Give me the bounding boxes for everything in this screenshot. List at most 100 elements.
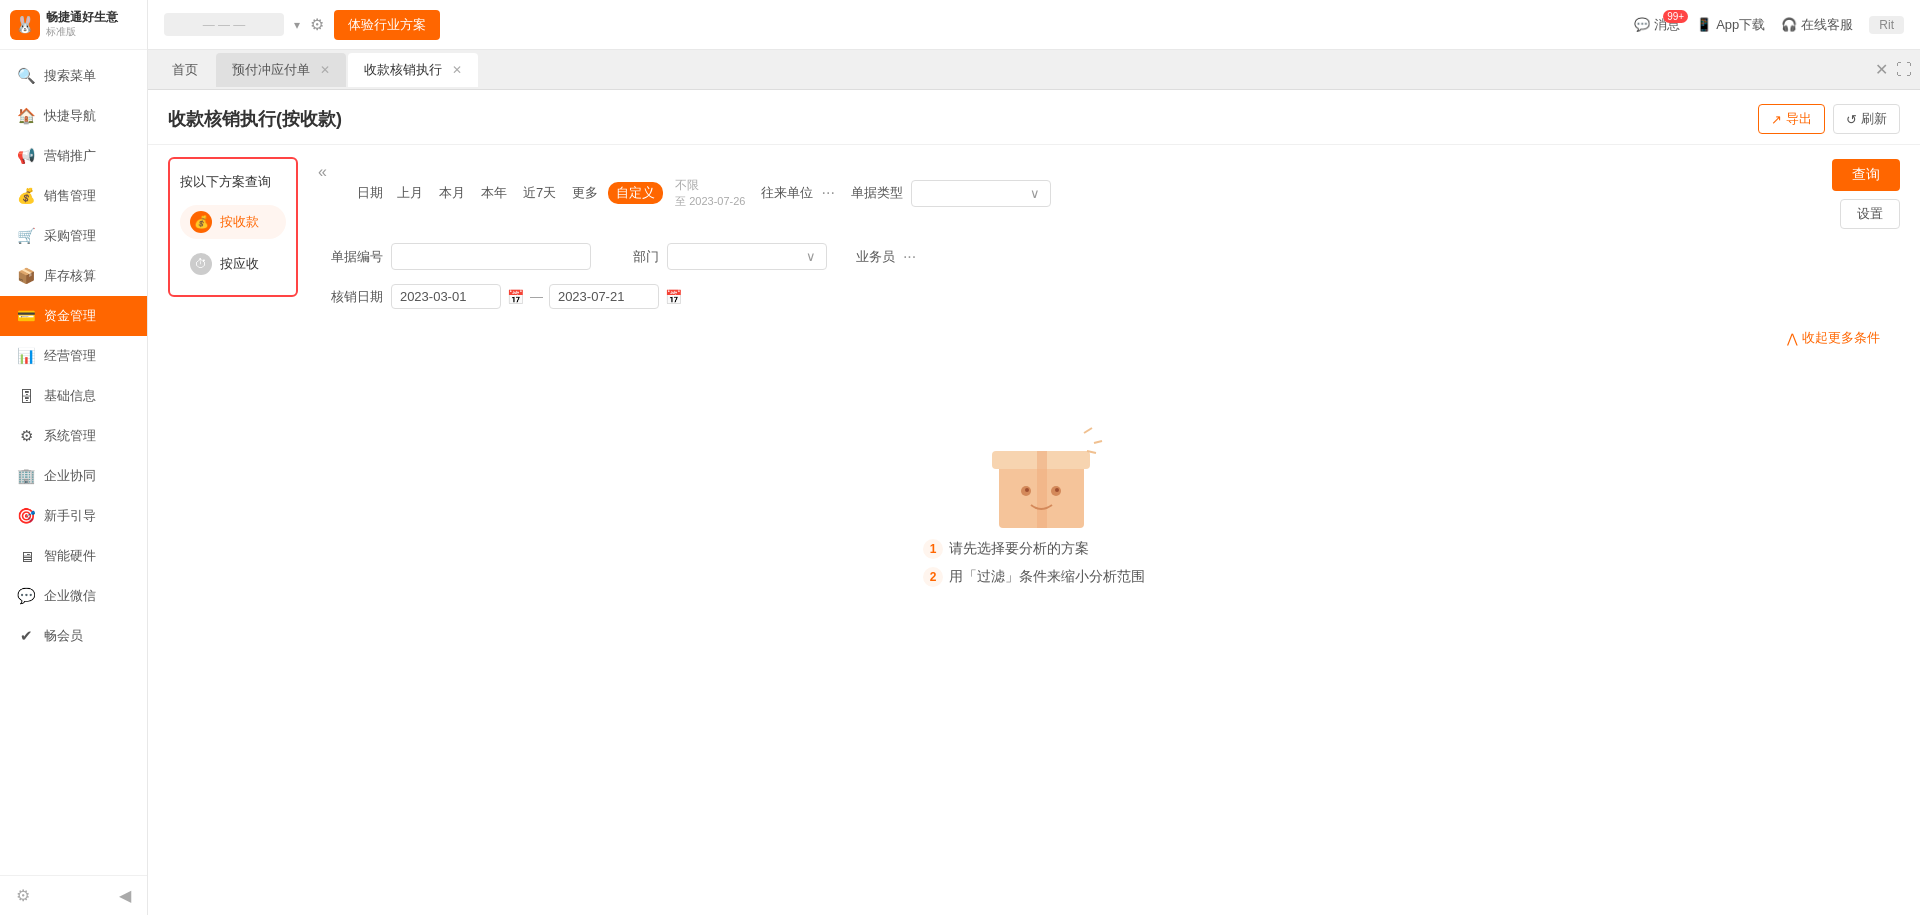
sidebar-item-label-enterprise: 企业协同 <box>44 467 96 485</box>
topbar-gear-icon[interactable]: ⚙ <box>310 15 324 34</box>
date-custom-btn[interactable]: 自定义 <box>608 182 663 204</box>
verify-date-start-input[interactable] <box>391 284 501 309</box>
sidebar-item-system[interactable]: ⚙ 系统管理 <box>0 416 147 456</box>
filter-row-3: 核销日期 📅 — 📅 <box>331 284 1900 309</box>
sidebar-item-label-inventory: 库存核算 <box>44 267 96 285</box>
sidebar-item-finance[interactable]: 💳 资金管理 <box>0 296 147 336</box>
sidebar-item-label-guide: 新手引导 <box>44 507 96 525</box>
filter-option-by-receipt[interactable]: 💰 按收款 <box>180 205 286 239</box>
filter-option-by-receivable[interactable]: ⏱ 按应收 <box>180 247 286 281</box>
settings-button[interactable]: 设置 <box>1840 199 1900 229</box>
sidebar-item-purchase[interactable]: 🛒 采购管理 <box>0 216 147 256</box>
empty-text-area: 1 请先选择要分析的方案 2 用「过滤」条件来缩小分析范围 <box>923 539 1145 587</box>
doctype-label: 单据类型 <box>851 184 903 202</box>
dept-field-group: 部门 ∨ <box>607 243 827 270</box>
verify-date-end-cal-icon[interactable]: 📅 <box>665 289 682 305</box>
sidebar-item-label-member: 畅会员 <box>44 627 83 645</box>
dept-select-arrow: ∨ <box>806 249 816 264</box>
sidebar-item-guide[interactable]: 🎯 新手引导 <box>0 496 147 536</box>
sidebar-item-inventory[interactable]: 📦 库存核算 <box>0 256 147 296</box>
staff-select-icon[interactable]: ··· <box>903 248 916 266</box>
operations-icon: 📊 <box>16 346 36 366</box>
topbar-chevron-icon[interactable]: ▾ <box>294 18 300 32</box>
topbar-user[interactable]: Rit <box>1869 16 1904 34</box>
wechat-icon: 💬 <box>16 586 36 606</box>
svg-rect-2 <box>1037 451 1047 528</box>
sidebar-item-hardware[interactable]: 🖥 智能硬件 <box>0 536 147 576</box>
tab-prepay[interactable]: 预付冲应付单 ✕ <box>216 53 346 87</box>
tab-collection-close-icon[interactable]: ✕ <box>452 63 462 77</box>
settings-footer-icon[interactable]: ⚙ <box>16 886 30 905</box>
collapse-sidebar-icon[interactable]: ◀ <box>119 886 131 905</box>
page-header: 收款核销执行(按收款) ↗ 导出 ↺ 刷新 <box>148 90 1920 145</box>
sidebar-item-basic[interactable]: 🗄 基础信息 <box>0 376 147 416</box>
filter-actions: 查询 设置 <box>1832 157 1900 229</box>
sidebar-item-wechat[interactable]: 💬 企业微信 <box>0 576 147 616</box>
verify-date-end-input[interactable] <box>549 284 659 309</box>
verify-date-input-group: 📅 — 📅 <box>391 284 682 309</box>
app-icon: 📱 <box>1696 17 1712 32</box>
enterprise-icon: 🏢 <box>16 466 36 486</box>
tab-prepay-close-icon[interactable]: ✕ <box>320 63 330 77</box>
verify-date-start-cal-icon[interactable]: 📅 <box>507 289 524 305</box>
sales-icon: 💰 <box>16 186 36 206</box>
partner-select-icon[interactable]: ··· <box>821 184 834 202</box>
topbar-app[interactable]: 📱 App下载 <box>1696 16 1765 34</box>
sidebar-logo: 🐰 畅捷通好生意 标准版 <box>0 0 147 50</box>
svg-line-7 <box>1084 428 1092 433</box>
tab-collection[interactable]: 收款核销执行 ✕ <box>348 53 478 87</box>
filter-row-2: 单据编号 部门 ∨ 业务员 ··· <box>331 243 1900 270</box>
collapse-chevron-icon: ⋀ <box>1787 331 1798 346</box>
filter-fields: 日期 上月 本月 本年 近7天 更多 自定义 不限 至 2023-07-26 <box>331 157 1900 351</box>
solution-button[interactable]: 体验行业方案 <box>334 10 440 40</box>
date-7days-btn[interactable]: 近7天 <box>517 182 562 204</box>
date-more-btn[interactable]: 更多 <box>566 182 604 204</box>
member-icon: ✔ <box>16 626 36 646</box>
tab-home[interactable]: 首页 <box>156 53 214 87</box>
sidebar-item-member[interactable]: ✔ 畅会员 <box>0 616 147 656</box>
topbar-message[interactable]: 💬 消息 99+ <box>1634 16 1680 34</box>
svg-point-6 <box>1055 488 1059 492</box>
tab-close-all-icon[interactable]: ✕ <box>1875 60 1888 79</box>
filter-scheme-title: 按以下方案查询 <box>180 173 286 191</box>
date-no-limit: 不限 <box>675 177 745 194</box>
sidebar-item-label-operations: 经营管理 <box>44 347 96 365</box>
sidebar-item-search[interactable]: 🔍 搜索菜单 <box>0 56 147 96</box>
tab-collection-label: 收款核销执行 <box>364 61 442 79</box>
collapse-conditions-btn[interactable]: ⋀ 收起更多条件 <box>331 323 1900 351</box>
export-button[interactable]: ↗ 导出 <box>1758 104 1825 134</box>
sidebar-item-sales[interactable]: 💰 销售管理 <box>0 176 147 216</box>
sidebar-item-enterprise[interactable]: 🏢 企业协同 <box>0 456 147 496</box>
date-last-month-btn[interactable]: 上月 <box>391 182 429 204</box>
sidebar-item-quick-nav[interactable]: 🏠 快捷导航 <box>0 96 147 136</box>
sidebar-item-operations[interactable]: 📊 经营管理 <box>0 336 147 376</box>
doctype-select[interactable]: ∨ <box>911 180 1051 207</box>
collapse-filter-sidebar-button[interactable]: « <box>318 163 327 181</box>
partner-label: 往来单位 <box>761 184 813 202</box>
verify-date-dash: — <box>530 289 543 304</box>
doctype-field-group: 单据类型 ∨ <box>851 180 1051 207</box>
sidebar-item-label-basic: 基础信息 <box>44 387 96 405</box>
receivable-icon: ⏱ <box>190 253 212 275</box>
refresh-button[interactable]: ↺ 刷新 <box>1833 104 1900 134</box>
date-this-month-btn[interactable]: 本月 <box>433 182 471 204</box>
message-badge: 99+ <box>1663 10 1688 23</box>
staff-label: 业务员 <box>843 248 895 266</box>
sidebar-nav: 🔍 搜索菜单🏠 快捷导航📢 营销推广💰 销售管理🛒 采购管理📦 库存核算💳 资金… <box>0 50 147 875</box>
topbar-service[interactable]: 🎧 在线客服 <box>1781 16 1853 34</box>
query-button[interactable]: 查询 <box>1832 159 1900 191</box>
tab-expand-icon[interactable]: ⛶ <box>1896 61 1912 79</box>
marketing-icon: 📢 <box>16 146 36 166</box>
docno-input[interactable] <box>391 243 591 270</box>
basic-icon: 🗄 <box>16 386 36 406</box>
sidebar-item-marketing[interactable]: 📢 营销推广 <box>0 136 147 176</box>
sidebar-item-label-purchase: 采购管理 <box>44 227 96 245</box>
sidebar-item-label-wechat: 企业微信 <box>44 587 96 605</box>
docno-label: 单据编号 <box>331 248 383 266</box>
doctype-select-arrow: ∨ <box>1030 186 1040 201</box>
filter-option-receivable-label: 按应收 <box>220 255 259 273</box>
page-content: 收款核销执行(按收款) ↗ 导出 ↺ 刷新 按以下方案查询 💰 按收款 <box>148 90 1920 915</box>
dept-label: 部门 <box>607 248 659 266</box>
dept-select[interactable]: ∨ <box>667 243 827 270</box>
date-this-year-btn[interactable]: 本年 <box>475 182 513 204</box>
